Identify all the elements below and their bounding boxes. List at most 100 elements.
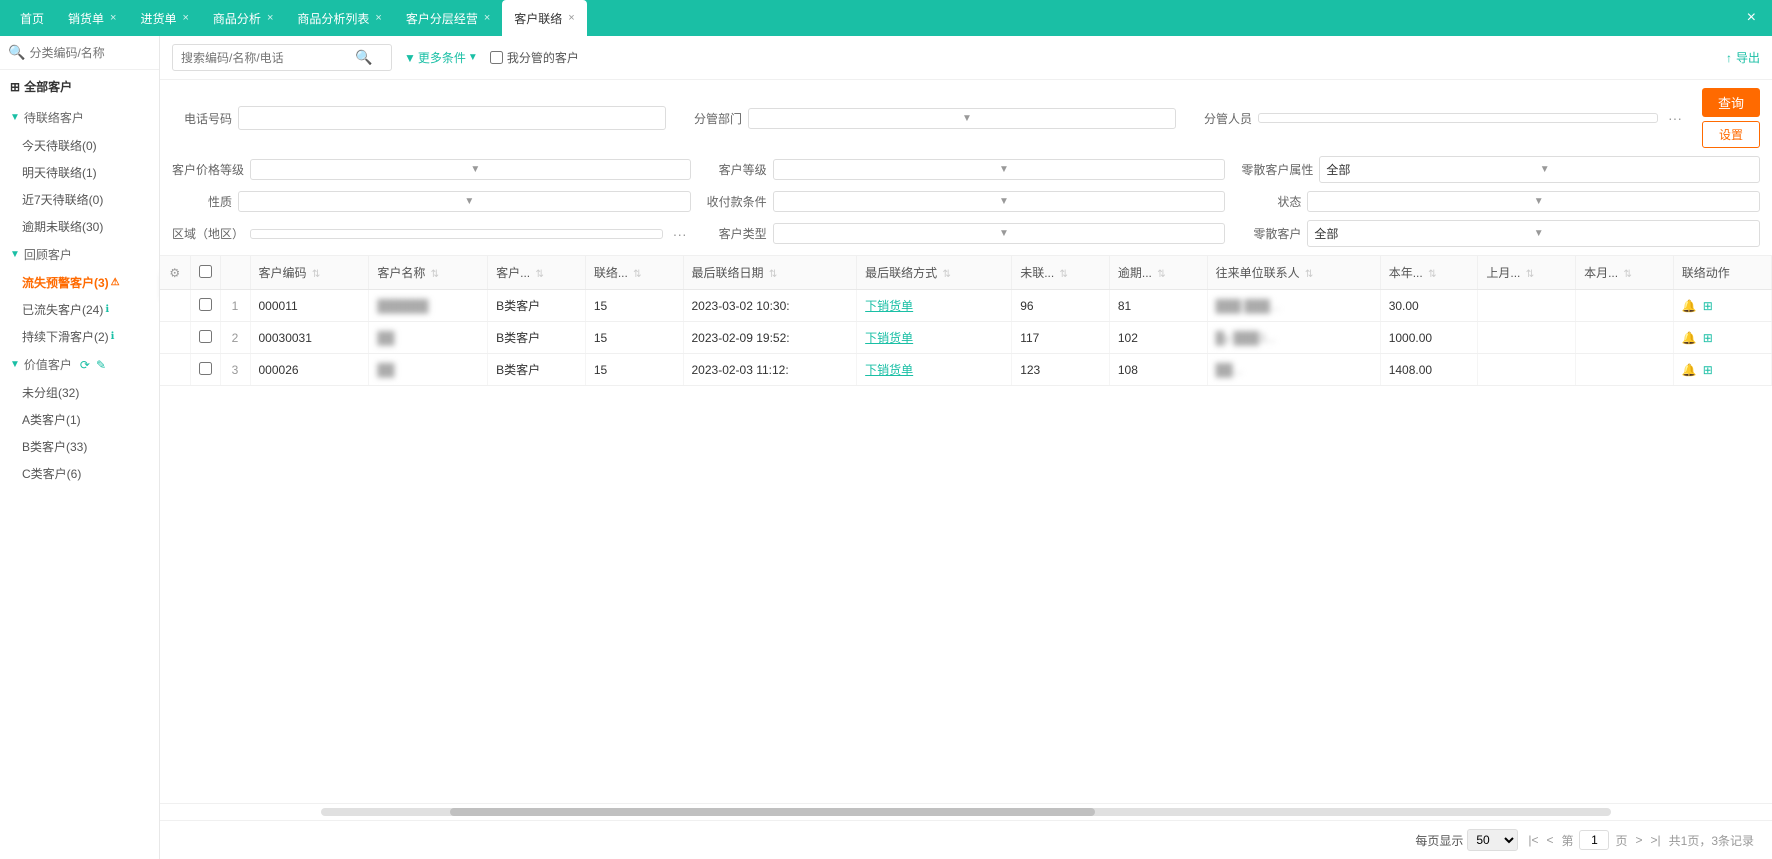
- sidebar-group-review[interactable]: ▼ 回顾客户: [0, 240, 159, 269]
- horizontal-scrollbar[interactable]: [160, 803, 1772, 820]
- col-customer-type[interactable]: 客户... ⇅: [488, 256, 586, 290]
- status-select[interactable]: ▼: [1307, 191, 1760, 212]
- edit-icon-value[interactable]: ✎: [96, 358, 106, 372]
- row-code: 000011: [250, 290, 369, 322]
- customer-type-select[interactable]: ▼: [773, 223, 1226, 244]
- window-close-button[interactable]: ×: [1739, 9, 1764, 27]
- action-contact-icon[interactable]: 🔔: [1682, 363, 1697, 377]
- page-first-button[interactable]: |<: [1526, 833, 1540, 847]
- table-row: 2 00030031 ██ B类客户 15 2023-02-09 19:52: …: [160, 322, 1772, 354]
- col-customer-code[interactable]: 客户编码 ⇅: [250, 256, 369, 290]
- sidebar-search-input[interactable]: [29, 46, 160, 60]
- tab-sales-order[interactable]: 销货单 ×: [56, 0, 128, 36]
- region-select[interactable]: [250, 229, 663, 239]
- search-input[interactable]: [181, 51, 351, 65]
- sidebar-item-week-pending[interactable]: 近7天待联络(0): [0, 186, 159, 213]
- more-conditions-toggle[interactable]: ▼ 更多条件 ▼: [404, 49, 478, 66]
- action-more-icon[interactable]: ⊞: [1703, 331, 1713, 345]
- tab-close-sales-order[interactable]: ×: [110, 12, 116, 24]
- last-contact-method-link[interactable]: 下销货单: [865, 299, 913, 313]
- search-icon-main[interactable]: 🔍: [355, 49, 372, 66]
- page-size-dropdown[interactable]: 50 100 200: [1467, 829, 1518, 851]
- col-contact[interactable]: 联络... ⇅: [585, 256, 683, 290]
- sidebar-group-value[interactable]: ▼ 价值客户 ⟳ ✎: [0, 350, 159, 379]
- last-contact-method-link[interactable]: 下销货单: [865, 363, 913, 377]
- sidebar-item-churned[interactable]: 已流失客户(24) ℹ: [0, 296, 159, 323]
- col-this-year[interactable]: 本年... ⇅: [1380, 256, 1478, 290]
- col-customer-name[interactable]: 客户名称 ⇅: [369, 256, 488, 290]
- tab-purchase-order[interactable]: 进货单 ×: [128, 0, 200, 36]
- row-this-month: [1576, 290, 1674, 322]
- col-uncontacted[interactable]: 未联... ⇅: [1012, 256, 1110, 290]
- row-uncontacted: 123: [1012, 354, 1110, 386]
- action-contact-icon[interactable]: 🔔: [1682, 331, 1697, 345]
- col-overdue[interactable]: 逾期... ⇅: [1109, 256, 1207, 290]
- page-next-button[interactable]: >: [1634, 833, 1645, 847]
- customer-grade-select[interactable]: ▼: [773, 159, 1226, 180]
- price-grade-select[interactable]: ▼: [250, 159, 691, 180]
- page-input[interactable]: [1579, 830, 1609, 850]
- last-contact-method-link[interactable]: 下销货单: [865, 331, 913, 345]
- tab-product-analysis[interactable]: 商品分析 ×: [201, 0, 285, 36]
- select-all-checkbox[interactable]: [199, 265, 212, 278]
- col-unit-contact[interactable]: 往来单位联系人 ⇅: [1207, 256, 1380, 290]
- tab-close-product-analysis-list[interactable]: ×: [375, 12, 381, 24]
- my-customers-checkbox[interactable]: 我分管的客户: [490, 49, 579, 66]
- zero-attr-select[interactable]: 全部 ▼: [1319, 156, 1760, 183]
- tab-close-product-analysis[interactable]: ×: [267, 12, 273, 24]
- table-settings-col[interactable]: ⚙: [160, 256, 190, 290]
- tab-close-purchase-order[interactable]: ×: [182, 12, 188, 24]
- person-select[interactable]: [1258, 113, 1658, 123]
- filter-region: 区域（地区） ···: [172, 225, 691, 242]
- col-last-month[interactable]: 上月... ⇅: [1478, 256, 1576, 290]
- settings-button[interactable]: 设置: [1702, 121, 1760, 148]
- my-customers-check[interactable]: [490, 51, 503, 64]
- tab-customer-tier[interactable]: 客户分层经营 ×: [394, 0, 502, 36]
- query-button[interactable]: 查询: [1702, 88, 1760, 117]
- refresh-icon-value[interactable]: ⟳: [80, 358, 90, 372]
- sidebar-item-overdue-uncontacted[interactable]: 逾期未联络(30): [0, 213, 159, 240]
- row-last-contact-method: 下销货单: [857, 354, 1012, 386]
- action-more-icon[interactable]: ⊞: [1703, 363, 1713, 377]
- action-contact-icon[interactable]: 🔔: [1682, 299, 1697, 313]
- page-prev-button[interactable]: <: [1544, 833, 1555, 847]
- col-last-contact-date[interactable]: 最后联络日期 ⇅: [683, 256, 857, 290]
- tab-close-customer-contact[interactable]: ×: [568, 12, 574, 24]
- sidebar-item-tomorrow-pending[interactable]: 明天待联络(1): [0, 159, 159, 186]
- main-layout: 🔍 « ⊞ 全部客户 ▼ 待联络客户 今天待联络(0) 明天待联络(1) 近7天…: [0, 36, 1772, 859]
- filter-gender: 性质 ▼: [172, 191, 691, 212]
- region-more-icon[interactable]: ···: [669, 226, 691, 242]
- zero-customer-select[interactable]: 全部 ▼: [1307, 220, 1760, 247]
- dept-select[interactable]: ▼: [748, 108, 1176, 129]
- phone-input[interactable]: [238, 106, 666, 130]
- action-more-icon[interactable]: ⊞: [1703, 299, 1713, 313]
- tab-close-customer-tier[interactable]: ×: [484, 12, 490, 24]
- row-checkbox[interactable]: [199, 298, 212, 311]
- col-last-contact-method[interactable]: 最后联络方式 ⇅: [857, 256, 1012, 290]
- page-last-button[interactable]: >|: [1649, 833, 1663, 847]
- sidebar-all-customers[interactable]: ⊞ 全部客户: [0, 70, 159, 103]
- col-this-month[interactable]: 本月... ⇅: [1576, 256, 1674, 290]
- scrollbar-thumb[interactable]: [450, 808, 1095, 816]
- row-checkbox[interactable]: [199, 362, 212, 375]
- tab-product-analysis-list[interactable]: 商品分析列表 ×: [285, 0, 393, 36]
- gender-select[interactable]: ▼: [238, 191, 691, 212]
- sidebar-item-today-pending[interactable]: 今天待联络(0): [0, 132, 159, 159]
- tab-home[interactable]: 首页: [8, 0, 56, 36]
- sidebar-item-b-class[interactable]: B类客户(33): [0, 433, 159, 460]
- search-input-wrap: 🔍: [172, 44, 392, 71]
- row-name: ██████: [369, 290, 488, 322]
- row-checkbox-cell: [190, 290, 220, 322]
- row-checkbox[interactable]: [199, 330, 212, 343]
- sidebar-item-ungrouped[interactable]: 未分组(32): [0, 379, 159, 406]
- payment-select[interactable]: ▼: [773, 191, 1226, 212]
- sidebar-item-churn-warning[interactable]: 流失预警客户(3) ⚠: [0, 269, 159, 296]
- person-more-icon[interactable]: ···: [1664, 110, 1686, 126]
- sidebar-group-pending[interactable]: ▼ 待联络客户: [0, 103, 159, 132]
- sidebar-item-c-class[interactable]: C类客户(6): [0, 460, 159, 487]
- export-button[interactable]: ↑ 导出: [1726, 49, 1760, 66]
- sidebar: 🔍 « ⊞ 全部客户 ▼ 待联络客户 今天待联络(0) 明天待联络(1) 近7天…: [0, 36, 160, 859]
- sidebar-item-declining[interactable]: 持续下滑客户(2) ℹ: [0, 323, 159, 350]
- tab-customer-contact[interactable]: 客户联络 ×: [502, 0, 586, 36]
- sidebar-item-a-class[interactable]: A类客户(1): [0, 406, 159, 433]
